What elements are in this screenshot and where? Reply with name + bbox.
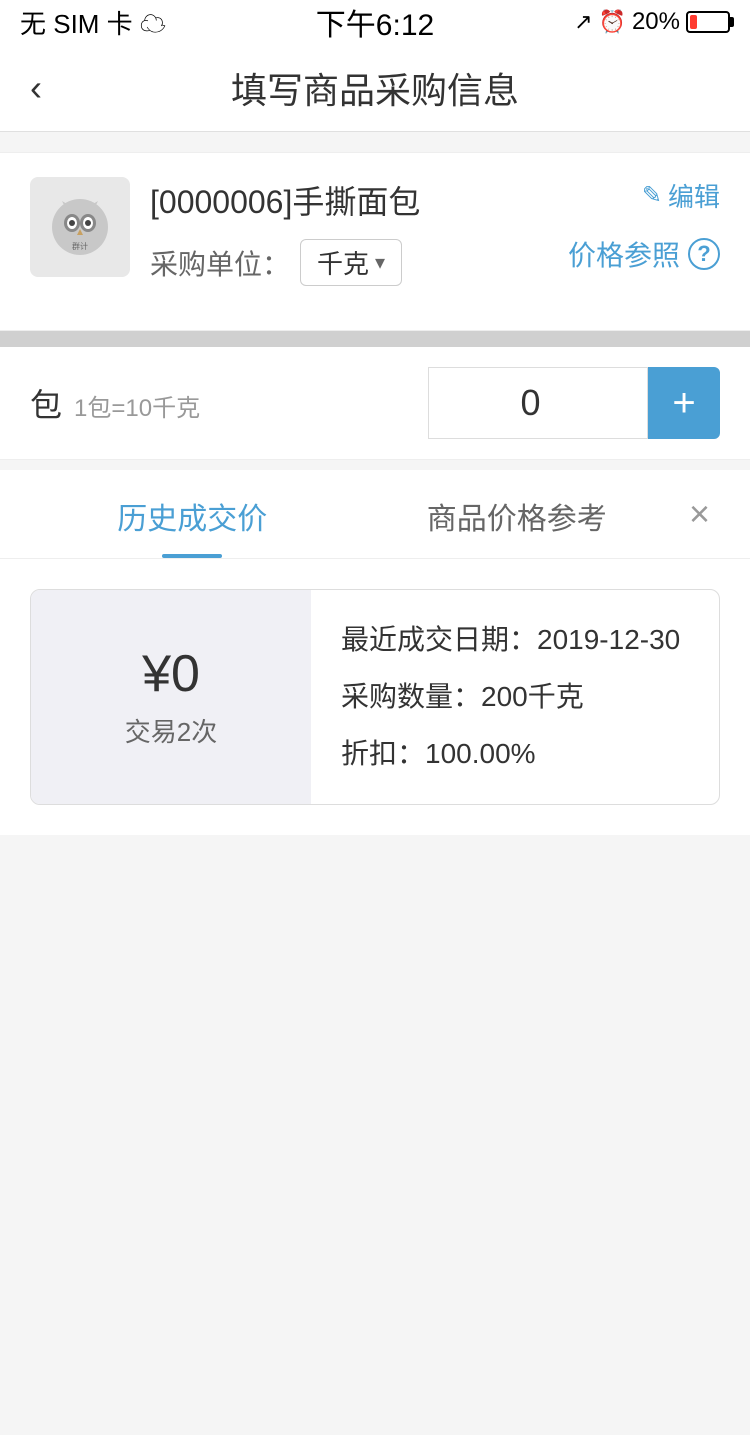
- edit-label: 编辑: [668, 177, 720, 214]
- product-name: [0000006]手撕面包: [150, 177, 420, 223]
- recent-date-label: 最近成交日期：: [341, 624, 537, 655]
- help-icon[interactable]: ?: [688, 238, 720, 270]
- discount-label: 折扣：: [341, 738, 425, 769]
- quantity-plus-button[interactable]: +: [648, 367, 720, 439]
- product-left: 群计 [0000006]手撕面包 采购单位： 千克 ▾: [30, 177, 420, 286]
- tab-history-price[interactable]: 历史成交价: [30, 470, 354, 558]
- tab-close-button[interactable]: ×: [679, 483, 720, 545]
- purchase-qty-label: 采购数量：: [341, 681, 481, 712]
- discount-line: 折扣：100.00%: [341, 734, 689, 773]
- back-button[interactable]: ‹: [30, 57, 62, 119]
- recent-date-value: 2019-12-30: [537, 624, 680, 655]
- quantity-left: 包 1包=10千克: [30, 380, 200, 426]
- page-title: 填写商品采购信息: [231, 62, 519, 114]
- tabs-panel: 历史成交价 商品价格参考 × ¥0 交易2次 最近成交日期：2019-12-30…: [0, 470, 750, 835]
- signal-text: 无 SIM 卡 ☁: [20, 4, 166, 41]
- history-card: ¥0 交易2次 最近成交日期：2019-12-30 采购数量：200千克 折扣：…: [30, 589, 720, 805]
- card-right: 最近成交日期：2019-12-30 采购数量：200千克 折扣：100.00%: [311, 590, 719, 804]
- status-time: 下午6:12: [316, 0, 434, 44]
- purchase-qty-value: 200千克: [481, 681, 584, 712]
- card-left: ¥0 交易2次: [31, 590, 311, 804]
- status-bar: 无 SIM 卡 ☁ 下午6:12 ↗ ⏰ 20%: [0, 0, 750, 44]
- tab-price-ref[interactable]: 商品价格参考: [354, 470, 678, 558]
- purchase-qty-line: 采购数量：200千克: [341, 677, 689, 716]
- purchase-unit-label: 采购单位：: [150, 243, 290, 283]
- recent-date-line: 最近成交日期：2019-12-30: [341, 620, 689, 659]
- discount-value: 100.00%: [425, 738, 536, 769]
- alarm-icon: ⏰: [599, 9, 626, 35]
- owl-logo-icon: 群计: [50, 197, 110, 257]
- unit-selector[interactable]: 千克 ▾: [300, 239, 402, 286]
- quantity-right: +: [428, 367, 720, 439]
- nav-bar: ‹ 填写商品采购信息: [0, 44, 750, 132]
- history-content: ¥0 交易2次 最近成交日期：2019-12-30 采购数量：200千克 折扣：…: [0, 559, 750, 835]
- tabs-header: 历史成交价 商品价格参考 ×: [0, 470, 750, 559]
- product-info: [0000006]手撕面包 采购单位： 千克 ▾: [150, 177, 420, 286]
- edit-button[interactable]: ✎ 编辑: [642, 177, 720, 214]
- price-ref-row: 价格参照 ?: [568, 234, 720, 274]
- product-image: 群计: [30, 177, 130, 277]
- trade-count: 交易2次: [125, 712, 217, 749]
- product-header: 群计 [0000006]手撕面包 采购单位： 千克 ▾ ✎: [30, 177, 720, 286]
- price-ref-button[interactable]: 价格参照: [568, 234, 680, 274]
- svg-text:群计: 群计: [72, 241, 88, 251]
- dropdown-arrow-icon: ▾: [375, 250, 385, 275]
- gray-divider: [0, 331, 750, 347]
- product-section: 群计 [0000006]手撕面包 采购单位： 千克 ▾ ✎: [0, 152, 750, 331]
- edit-icon: ✎: [642, 181, 662, 210]
- navigation-icon: ↗: [574, 9, 592, 35]
- price-display: ¥0: [142, 644, 200, 704]
- battery-icon: [686, 11, 730, 33]
- quantity-section: 包 1包=10千克 +: [0, 347, 750, 460]
- status-left: 无 SIM 卡 ☁: [20, 4, 166, 41]
- quantity-input[interactable]: [428, 367, 648, 439]
- status-right: ↗ ⏰ 20%: [574, 8, 730, 36]
- purchase-unit-row: 采购单位： 千克 ▾: [150, 239, 420, 286]
- unit-label-big: 包: [30, 380, 62, 426]
- unit-value: 千克: [317, 244, 369, 281]
- battery-percent: 20%: [632, 8, 680, 36]
- unit-sub: 1包=10千克: [74, 388, 200, 423]
- page-background: [0, 835, 750, 1435]
